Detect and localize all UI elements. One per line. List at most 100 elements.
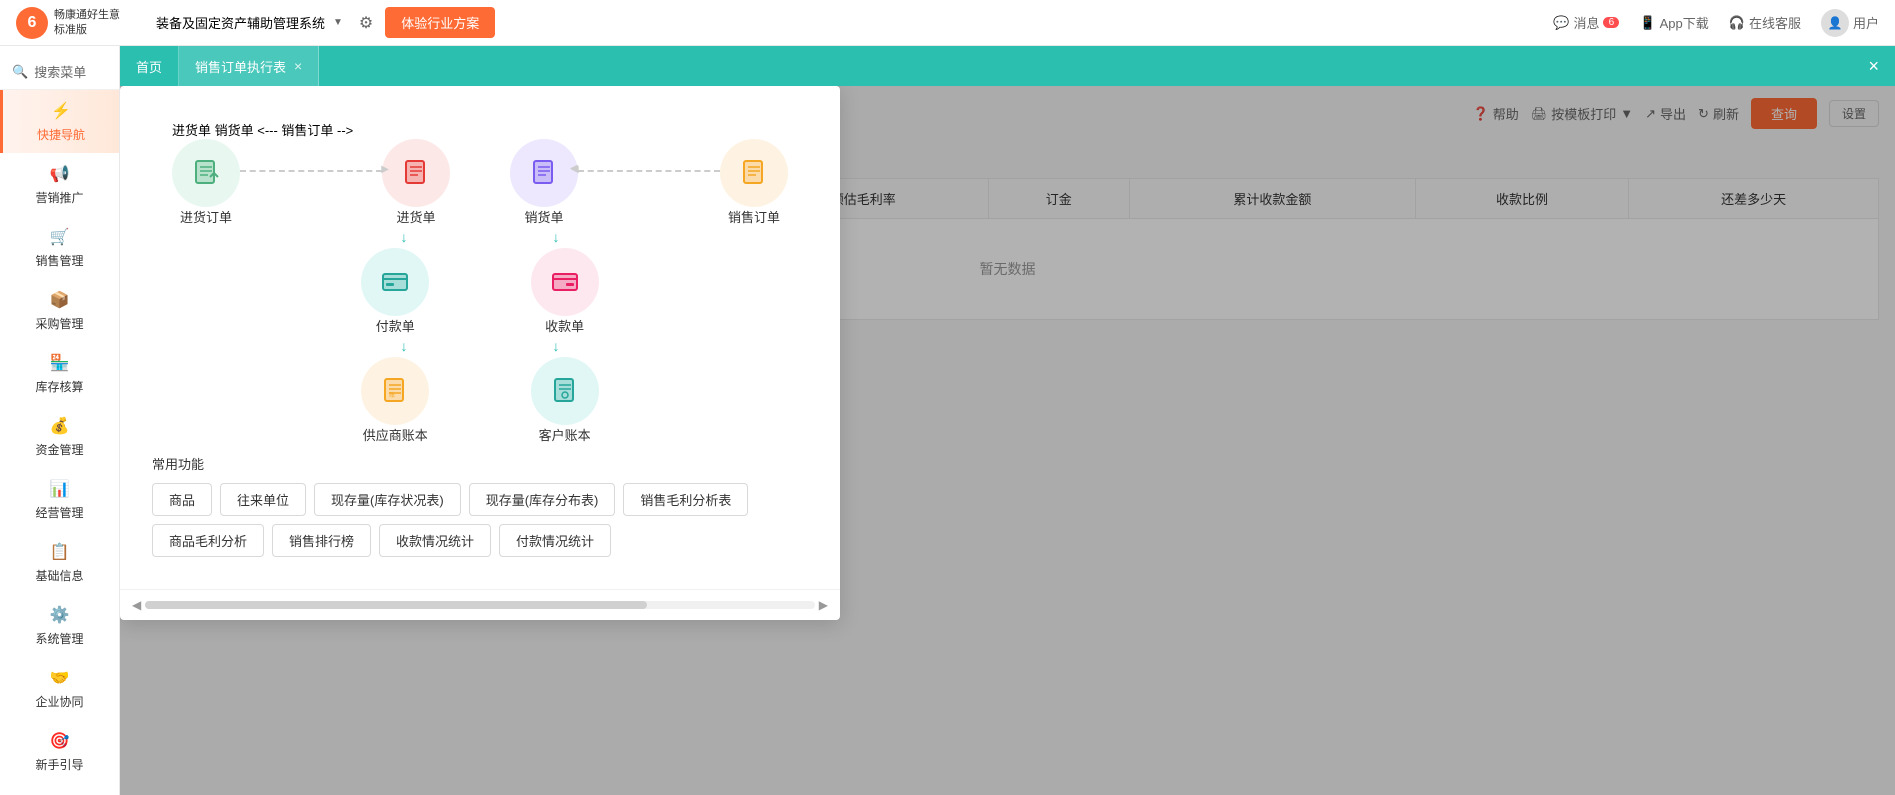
sidebar-item-inventory[interactable]: 🏪 库存核算 (0, 342, 119, 405)
sidebar: 🔍 搜索菜单 ⚡ 快捷导航 📢 营销推广 🛒 销售管理 📦 采购管理 🏪 库存核… (0, 46, 120, 795)
system-name: 装备及固定资产辅助管理系统 (156, 13, 325, 32)
sidebar-item-newbie[interactable]: 🎯 新手引导 (0, 720, 119, 783)
customer-account-col: 客户账本 (531, 357, 599, 444)
func-btn-goods[interactable]: 商品 (152, 483, 212, 516)
sales-order-label: 销售订单 (728, 207, 780, 226)
message-icon: 💬 (1553, 15, 1569, 31)
tab-sales-order[interactable]: 销售订单执行表 × (179, 46, 319, 86)
arrow-rec-down: ↓ (522, 339, 590, 353)
arrow-sb-down: ↓ (522, 230, 590, 244)
arrow-row-4: ↓ ↓ (172, 335, 788, 357)
receipt-label: 收款单 (545, 316, 584, 335)
tab-close-icon[interactable]: × (294, 58, 302, 74)
func-btn-receipt-stats[interactable]: 收款情况统计 (379, 524, 491, 557)
flow-diagram: 进货单 销货单 <--- 销售订单 --> (152, 110, 808, 454)
system-title: 装备及固定资产辅助管理系统 ▼ ⚙ (156, 13, 373, 33)
inventory-icon: 🏪 (49, 352, 71, 374)
receipt-circle[interactable] (531, 248, 599, 316)
sidebar-item-sales[interactable]: 🛒 销售管理 (0, 216, 119, 279)
arrow-po-to-pb (240, 170, 382, 172)
supplier-account-circle[interactable]: 账 (361, 357, 429, 425)
gear-icon[interactable]: ⚙ (359, 13, 373, 33)
page-content: ❓ 帮助 🖨 按模板打印 ▼ ↗ 导出 ↻ 刷新 查询 设置 (120, 86, 1895, 795)
common-functions-title: 常用功能 (152, 454, 808, 473)
system-dropdown-icon[interactable]: ▼ (333, 17, 343, 28)
sales-order-col: 销售订单 (720, 139, 788, 226)
user-menu[interactable]: 👤 用户 (1821, 9, 1879, 37)
payment-col: 付款单 (361, 248, 429, 335)
purchase-order-col: 进货订单 (172, 139, 240, 226)
system-icon: ⚙️ (49, 604, 71, 626)
sales-bill-col: 销货单 (510, 139, 578, 226)
func-btn-goods-profit[interactable]: 商品毛利分析 (152, 524, 264, 557)
arrow-row-2: ↓ ↓ (172, 226, 788, 248)
sidebar-item-basic-info[interactable]: 📋 基础信息 (0, 531, 119, 594)
sidebar-item-operation[interactable]: 📊 经营管理 (0, 468, 119, 531)
main-layout: 🔍 搜索菜单 ⚡ 快捷导航 📢 营销推广 🛒 销售管理 📦 采购管理 🏪 库存核… (0, 46, 1895, 795)
app-download-button[interactable]: 📱 App下载 (1639, 13, 1708, 32)
sales-icon: 🛒 (49, 226, 71, 248)
svg-text:账: 账 (389, 391, 395, 399)
newbie-icon: 🎯 (49, 730, 71, 752)
purchase-icon: 📦 (49, 289, 71, 311)
sidebar-item-finance[interactable]: 💰 资金管理 (0, 405, 119, 468)
payment-circle[interactable] (361, 248, 429, 316)
modal-box: 进货单 销货单 <--- 销售订单 --> (120, 86, 840, 620)
basic-info-icon: 📋 (49, 541, 71, 563)
search-icon: 🔍 (12, 64, 28, 80)
logo-icon: 6 (16, 7, 48, 39)
func-btn-stock-status[interactable]: 现存量(库存状况表) (314, 483, 461, 516)
customer-account-circle[interactable] (531, 357, 599, 425)
sidebar-item-purchase[interactable]: 📦 采购管理 (0, 279, 119, 342)
flow-bottom-row: 账 供应商账本 (172, 357, 788, 444)
spacer-left (198, 226, 266, 248)
sidebar-item-marketing[interactable]: 📢 营销推广 (0, 153, 119, 216)
sales-bill-label: 销货单 (524, 207, 563, 226)
trial-button[interactable]: 体验行业方案 (385, 7, 495, 38)
finance-icon: 💰 (49, 415, 71, 437)
func-btn-sales-rank[interactable]: 销售排行榜 (272, 524, 371, 557)
logo-area: 6 畅康通好生意 标准版 (16, 7, 136, 39)
download-icon: 📱 (1639, 15, 1655, 31)
header-right: 💬 消息 6 📱 App下载 🎧 在线客服 👤 用户 (1553, 9, 1879, 37)
scroll-right-arrow[interactable]: ▶ (819, 598, 828, 612)
tab-bar: 首页 销售订单执行表 × × (120, 46, 1895, 86)
sidebar-item-cooperation[interactable]: 🤝 企业协同 (0, 657, 119, 720)
sidebar-item-quick-nav[interactable]: ⚡ 快捷导航 (0, 90, 119, 153)
purchase-bill-circle[interactable] (382, 139, 450, 207)
receipt-col: 收款单 (531, 248, 599, 335)
func-btn-payment-stats[interactable]: 付款情况统计 (499, 524, 611, 557)
func-btn-sales-profit[interactable]: 销售毛利分析表 (623, 483, 748, 516)
tab-bar-close-button[interactable]: × (1852, 56, 1895, 77)
online-service-button[interactable]: 🎧 在线客服 (1729, 13, 1801, 32)
top-header: 6 畅康通好生意 标准版 装备及固定资产辅助管理系统 ▼ ⚙ 体验行业方案 💬 … (0, 0, 1895, 46)
sales-order-circle[interactable] (720, 139, 788, 207)
scroll-left-arrow[interactable]: ◀ (132, 598, 141, 612)
quick-nav-icon: ⚡ (50, 100, 72, 122)
purchase-bill-col: 进货单 (382, 139, 450, 226)
arrow-so-to-sb: ◀ (578, 170, 720, 172)
modal-overlay: 进货单 销货单 <--- 销售订单 --> (120, 86, 1895, 795)
function-buttons-grid: 商品 往来单位 现存量(库存状况表) 现存量(库存分布表) 销售毛利分析表 商品… (152, 483, 808, 557)
modal-scrollbar: ◀ ▶ (120, 589, 840, 620)
sales-bill-circle[interactable] (510, 139, 578, 207)
scrollbar-thumb (145, 601, 647, 609)
user-avatar: 👤 (1821, 9, 1849, 37)
tab-home[interactable]: 首页 (120, 46, 179, 86)
func-btn-stock-dist[interactable]: 现存量(库存分布表) (469, 483, 616, 516)
marketing-icon: 📢 (49, 163, 71, 185)
purchase-order-circle[interactable] (172, 139, 240, 207)
sidebar-search[interactable]: 🔍 搜索菜单 (0, 54, 119, 90)
content-area: 首页 销售订单执行表 × × ❓ 帮助 🖨 按模板打印 ▼ (120, 46, 1895, 795)
scrollbar-track[interactable] (145, 601, 815, 609)
arrow-pay-down: ↓ (370, 339, 438, 353)
supplier-account-col: 账 供应商账本 (361, 357, 429, 444)
purchase-order-label: 进货订单 (180, 207, 232, 226)
service-icon: 🎧 (1729, 15, 1745, 31)
sidebar-item-system[interactable]: ⚙️ 系统管理 (0, 594, 119, 657)
supplier-account-label: 供应商账本 (363, 425, 428, 444)
cooperation-icon: 🤝 (49, 667, 71, 689)
arrow-pb-down: ↓ (370, 230, 438, 244)
func-btn-counterpart[interactable]: 往来单位 (220, 483, 306, 516)
message-button[interactable]: 💬 消息 6 (1553, 13, 1619, 32)
